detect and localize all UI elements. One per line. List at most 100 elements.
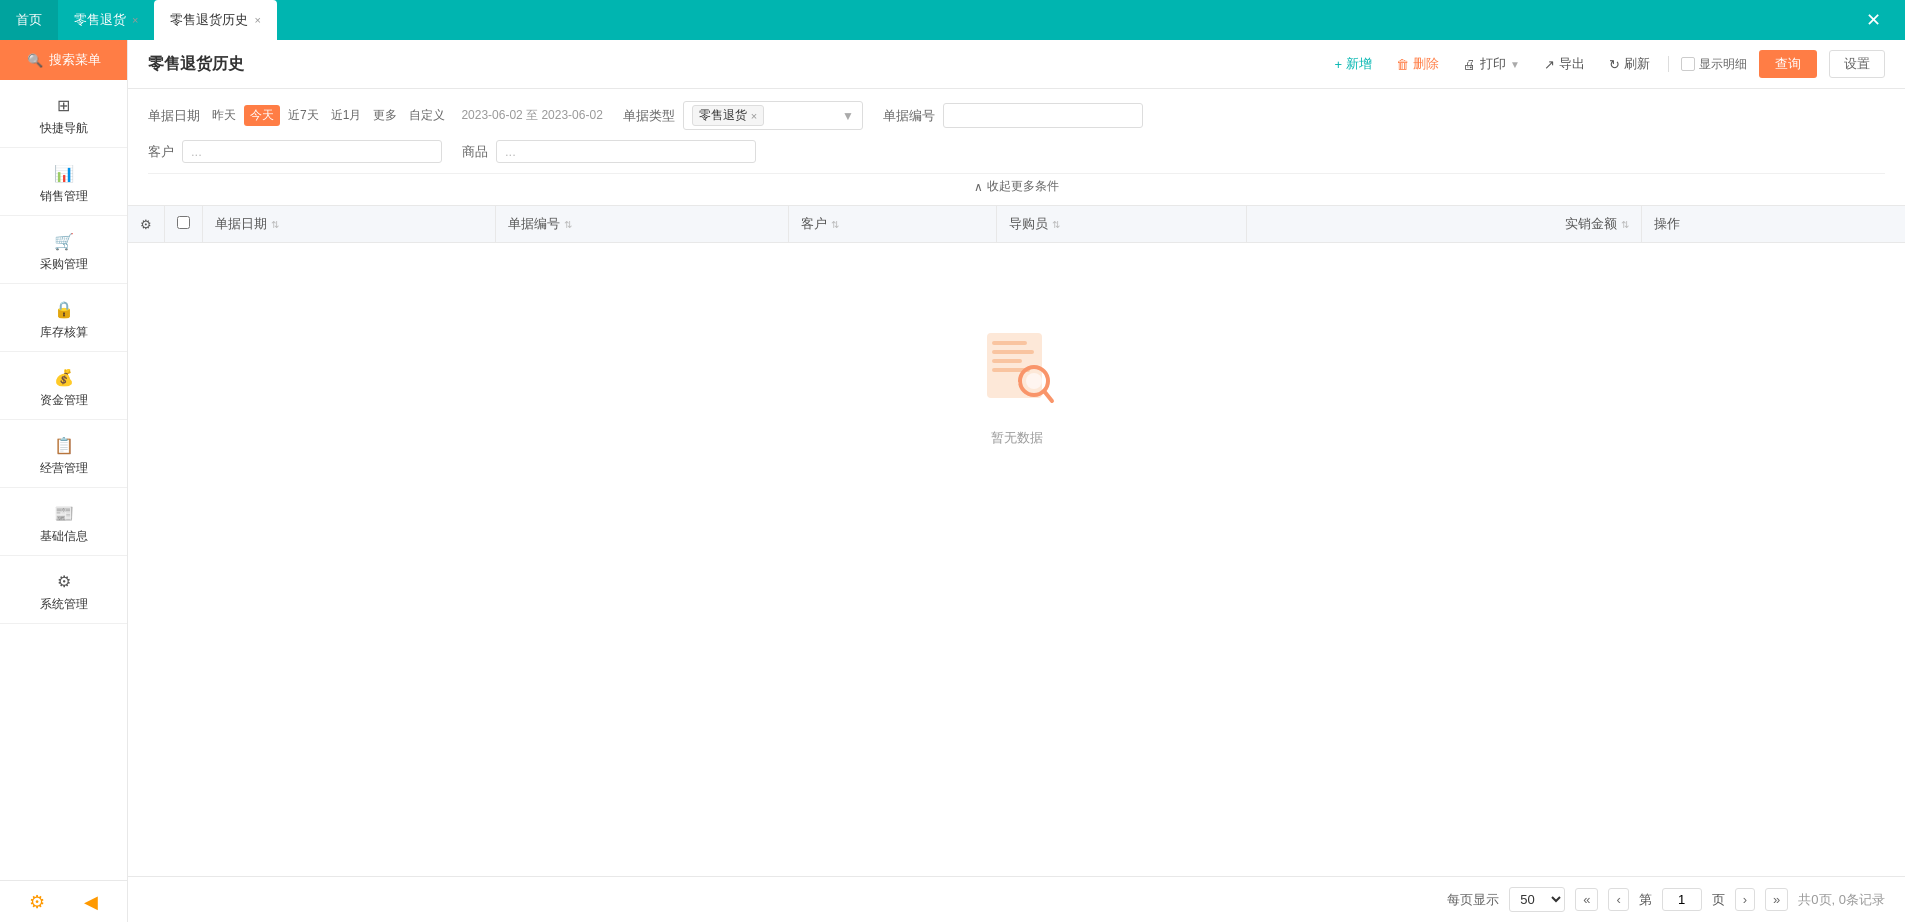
filter-row-1: 单据日期 昨天 今天 近7天 近1月 更多 自定义 2023-06-02 至 2…: [148, 101, 1885, 130]
top-bar-right: ✕: [1858, 9, 1905, 31]
doc-type-tag-close[interactable]: ×: [751, 110, 757, 122]
sidebar-item-quick-nav-label: 快捷导航: [40, 120, 88, 137]
search-icon: 🔍: [27, 53, 43, 68]
sidebar-item-base-info[interactable]: 📰 基础信息: [0, 488, 127, 556]
doc-no-input[interactable]: [943, 103, 1143, 128]
th-customer[interactable]: 客户 ⇅: [789, 206, 996, 243]
sidebar-item-finance-label: 资金管理: [40, 392, 88, 409]
date-btn-1month[interactable]: 近1月: [327, 105, 366, 126]
prev-page-button[interactable]: ‹: [1608, 888, 1628, 911]
tab-home[interactable]: 首页: [0, 0, 58, 40]
th-amount-label: 实销金额: [1565, 215, 1617, 233]
delete-button[interactable]: 🗑 删除: [1390, 51, 1445, 77]
sidebar-item-operations[interactable]: 📋 经营管理: [0, 420, 127, 488]
th-amount[interactable]: 实销金额 ⇅: [1246, 206, 1641, 243]
next-page-button[interactable]: ›: [1735, 888, 1755, 911]
delete-label: 删除: [1413, 55, 1439, 73]
export-button[interactable]: ↗ 导出: [1538, 51, 1591, 77]
tab-return[interactable]: 零售退货 ×: [58, 0, 154, 40]
collapse-bar[interactable]: ∧ 收起更多条件: [148, 173, 1885, 197]
pagination-bar: 每页显示 20 50 100 « ‹ 第 页 › » 共0页, 0条记录: [128, 876, 1905, 922]
th-doc-date-sort[interactable]: ⇅: [271, 219, 279, 230]
doc-type-select[interactable]: 零售退货 × ▼: [683, 101, 863, 130]
sidebar-search-label: 搜索菜单: [49, 51, 101, 69]
filter-row-2: 客户 ... 商品 ...: [148, 140, 1885, 163]
page-title: 零售退货历史: [148, 54, 244, 75]
sidebar-item-sales-mgmt[interactable]: 📊 销售管理: [0, 148, 127, 216]
th-checkbox[interactable]: [165, 206, 203, 243]
sidebar-search[interactable]: 🔍 搜索菜单: [0, 40, 127, 80]
filter-doc-no: 单据编号: [883, 103, 1143, 128]
collapse-label: 收起更多条件: [987, 178, 1059, 195]
doc-type-dropdown-icon: ▼: [842, 109, 854, 123]
svg-point-6: [1026, 373, 1042, 389]
tab-return-history[interactable]: 零售退货历史 ×: [154, 0, 276, 40]
collapse-sidebar-icon[interactable]: ◀: [84, 891, 98, 913]
date-btn-custom[interactable]: 自定义: [405, 105, 449, 126]
th-amount-sort[interactable]: ⇅: [1621, 219, 1629, 230]
date-btn-yesterday[interactable]: 昨天: [208, 105, 240, 126]
tabs-container: 首页 零售退货 × 零售退货历史 ×: [0, 0, 1858, 40]
new-button[interactable]: + 新增: [1329, 51, 1379, 77]
th-doc-date-label: 单据日期: [215, 215, 267, 233]
refresh-button[interactable]: ↻ 刷新: [1603, 51, 1656, 77]
date-buttons: 昨天 今天 近7天 近1月 更多 自定义: [208, 105, 449, 126]
th-setting[interactable]: ⚙: [128, 206, 165, 243]
th-doc-no-label: 单据编号: [508, 215, 560, 233]
first-page-button[interactable]: «: [1575, 888, 1598, 911]
tab-home-label: 首页: [16, 11, 42, 29]
top-bar: 首页 零售退货 × 零售退货历史 × ✕: [0, 0, 1905, 40]
window-close-button[interactable]: ✕: [1858, 9, 1889, 31]
goods-select[interactable]: ...: [496, 140, 756, 163]
empty-text: 暂无数据: [991, 429, 1043, 447]
customer-label: 客户: [148, 143, 174, 161]
tab-return-close[interactable]: ×: [132, 14, 138, 26]
date-btn-today[interactable]: 今天: [244, 105, 280, 126]
print-button[interactable]: 🖨 打印 ▼: [1457, 51, 1526, 77]
show-detail-label[interactable]: 显示明细: [1681, 56, 1747, 73]
page-input[interactable]: [1662, 888, 1702, 911]
select-all-checkbox[interactable]: [177, 216, 190, 229]
th-guide[interactable]: 导购员 ⇅: [996, 206, 1246, 243]
sidebar-item-purchase-mgmt[interactable]: 🛒 采购管理: [0, 216, 127, 284]
svg-rect-3: [992, 359, 1022, 363]
svg-rect-2: [992, 350, 1034, 354]
settings-button[interactable]: 设置: [1829, 50, 1885, 78]
tab-return-history-label: 零售退货历史: [170, 11, 248, 29]
show-detail-checkbox[interactable]: [1681, 57, 1695, 71]
refresh-label: 刷新: [1624, 55, 1650, 73]
settings-bottom-icon[interactable]: ⚙: [29, 891, 45, 913]
svg-line-7: [1044, 391, 1052, 401]
sidebar-menu: ⊞ 快捷导航 📊 销售管理 🛒 采购管理 🔒 库存核算 💰 资金管理 📋: [0, 80, 127, 880]
new-label: 新增: [1346, 55, 1372, 73]
th-customer-sort[interactable]: ⇅: [831, 219, 839, 230]
sidebar-item-system[interactable]: ⚙ 系统管理: [0, 556, 127, 624]
query-button[interactable]: 查询: [1759, 50, 1817, 78]
sidebar-item-finance[interactable]: 💰 资金管理: [0, 352, 127, 420]
per-page-select[interactable]: 20 50 100: [1509, 887, 1565, 912]
th-doc-no-sort[interactable]: ⇅: [564, 219, 572, 230]
sidebar-item-quick-nav[interactable]: ⊞ 快捷导航: [0, 80, 127, 148]
export-icon: ↗: [1544, 57, 1555, 72]
date-range: 2023-06-02 至 2023-06-02: [461, 107, 602, 124]
table-setting-icon[interactable]: ⚙: [140, 217, 152, 232]
print-icon: 🖨: [1463, 57, 1476, 72]
new-icon: +: [1335, 57, 1343, 72]
date-btn-more[interactable]: 更多: [369, 105, 401, 126]
print-label: 打印: [1480, 55, 1506, 73]
th-doc-date[interactable]: 单据日期 ⇅: [203, 206, 496, 243]
th-doc-no[interactable]: 单据编号 ⇅: [496, 206, 789, 243]
table-container: ⚙ 单据日期 ⇅ 单据编号: [128, 206, 1905, 876]
show-detail-text: 显示明细: [1699, 56, 1747, 73]
content-area: 零售退货历史 + 新增 🗑 删除 🖨 打印 ▼ ↗ 导出: [128, 40, 1905, 922]
date-btn-7days[interactable]: 近7天: [284, 105, 323, 126]
delete-icon: 🗑: [1396, 57, 1409, 72]
th-guide-sort[interactable]: ⇅: [1052, 219, 1060, 230]
sidebar-item-inventory[interactable]: 🔒 库存核算: [0, 284, 127, 352]
last-page-button[interactable]: »: [1765, 888, 1788, 911]
customer-select[interactable]: ...: [182, 140, 442, 163]
goods-label: 商品: [462, 143, 488, 161]
collapse-icon: ∧: [974, 180, 983, 194]
th-action: 操作: [1642, 206, 1905, 243]
tab-return-history-close[interactable]: ×: [254, 14, 260, 26]
